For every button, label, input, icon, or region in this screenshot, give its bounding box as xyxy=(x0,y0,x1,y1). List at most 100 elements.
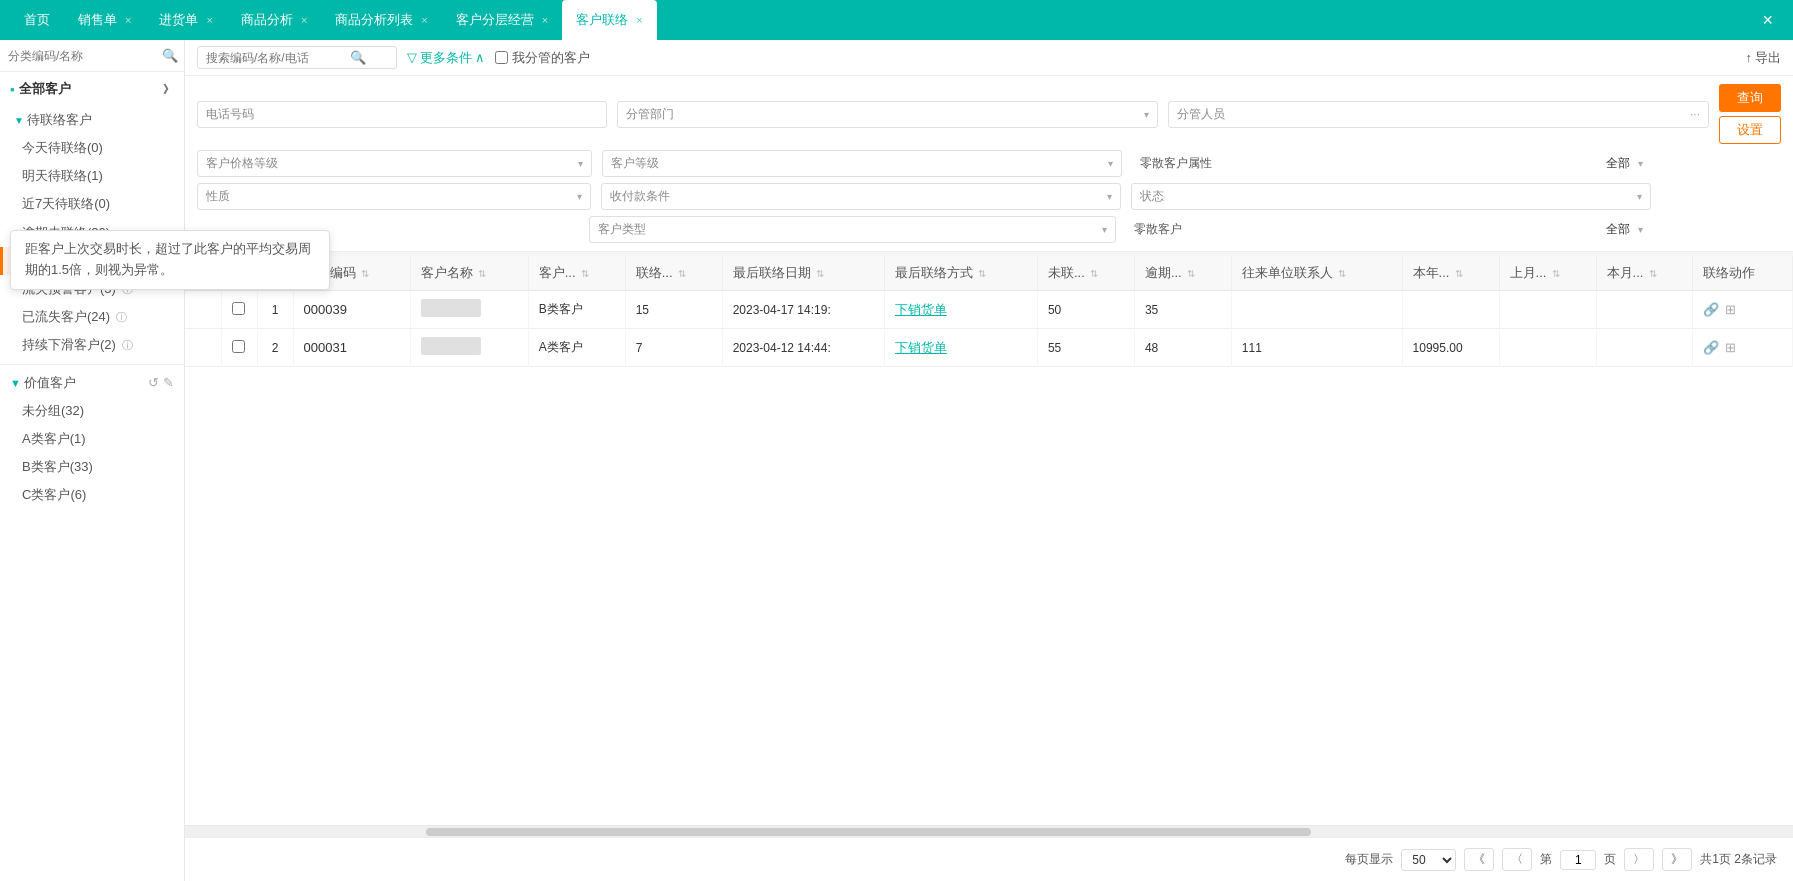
nav-customer-tier[interactable]: 客户分层经营 × xyxy=(442,0,562,40)
row1-check[interactable] xyxy=(232,302,245,315)
last-page-btn[interactable]: 》 xyxy=(1662,848,1692,871)
scrollbar-thumb[interactable] xyxy=(426,828,1310,836)
price-level-field[interactable]: 客户价格等级 ▾ xyxy=(197,150,592,177)
dept-dropdown-icon: ▾ xyxy=(1144,109,1149,120)
triangle-icon: ▼ xyxy=(10,377,21,389)
sort-icon-contacts[interactable]: ⇅ xyxy=(1338,268,1346,279)
settings-button[interactable]: 设置 xyxy=(1719,116,1781,144)
customer-type-field[interactable]: 客户类型 ▾ xyxy=(589,216,1116,243)
nav-product-analysis-list[interactable]: 商品分析列表 × xyxy=(321,0,441,40)
more-conditions-btn[interactable]: ▽ 更多条件 ∧ xyxy=(407,49,485,67)
sidebar-churned[interactable]: 已流失客户(24) ⓘ xyxy=(0,303,184,331)
prev-page-btn[interactable]: 〈 xyxy=(1502,848,1532,871)
person-more-icon[interactable]: ··· xyxy=(1690,107,1700,121)
sort-icon-overdue[interactable]: ⇅ xyxy=(1187,268,1195,279)
page-input[interactable] xyxy=(1560,850,1596,870)
first-page-btn[interactable]: 《 xyxy=(1464,848,1494,871)
row2-last-method[interactable]: 下销货单 xyxy=(884,329,1037,367)
sidebar-7day-pending[interactable]: 近7天待联络(0) xyxy=(0,190,184,218)
filter-row-1: 电话号码 分管部门 ▾ 分管人员 ··· 查询 设置 xyxy=(197,84,1781,144)
phone-field[interactable]: 电话号码 xyxy=(197,101,607,128)
sidebar-divider xyxy=(0,364,184,365)
row2-this-month xyxy=(1596,329,1693,367)
retail-customer-dropdown-icon[interactable]: ▾ xyxy=(1638,224,1643,235)
row2-this-year: 10995.00 xyxy=(1402,329,1499,367)
sidebar-today-pending[interactable]: 今天待联络(0) xyxy=(0,134,184,162)
sidebar-b-class[interactable]: B类客户(33) xyxy=(0,453,184,481)
sort-icon-this-year[interactable]: ⇅ xyxy=(1455,268,1463,279)
nav-customer-tier-close[interactable]: × xyxy=(542,14,548,26)
nav-sales[interactable]: 销售单 × xyxy=(64,0,145,40)
content-area: 🔍 ▽ 更多条件 ∧ 我分管的客户 ↑ 导出 电话号码 xyxy=(185,40,1793,881)
nav-customer-contact-close[interactable]: × xyxy=(636,14,642,26)
row1-link-icon[interactable]: 🔗 xyxy=(1703,302,1719,317)
row1-checkbox[interactable] xyxy=(221,291,257,329)
payment-field[interactable]: 收付款条件 ▾ xyxy=(601,183,1121,210)
row2-grid-icon[interactable]: ⊞ xyxy=(1725,340,1736,355)
chevron-up-icon: ∧ xyxy=(475,50,485,65)
retail-attr-dropdown-icon[interactable]: ▾ xyxy=(1638,158,1643,169)
nav-purchase-close[interactable]: × xyxy=(206,14,212,26)
sort-icon-last-method[interactable]: ⇅ xyxy=(978,268,986,279)
sort-icon-code[interactable]: ⇅ xyxy=(361,268,369,279)
sort-icon-name[interactable]: ⇅ xyxy=(478,268,486,279)
row2-link-icon[interactable]: 🔗 xyxy=(1703,340,1719,355)
query-button[interactable]: 查询 xyxy=(1719,84,1781,112)
status-field[interactable]: 状态 ▾ xyxy=(1131,183,1651,210)
action-buttons: 查询 设置 xyxy=(1719,84,1781,144)
sidebar-pending-contact-group[interactable]: ▼ 待联络客户 xyxy=(0,106,184,134)
row2-code[interactable]: 000031 xyxy=(293,329,411,367)
row2-checkbox[interactable] xyxy=(221,329,257,367)
refresh-icon[interactable]: ↺ xyxy=(148,375,159,390)
row1-type: B类客户 xyxy=(528,291,625,329)
dept-field[interactable]: 分管部门 ▾ xyxy=(617,101,1158,128)
sort-icon-last-month[interactable]: ⇅ xyxy=(1552,268,1560,279)
row1-code[interactable]: 000039 xyxy=(293,291,411,329)
customer-level-field[interactable]: 客户等级 ▾ xyxy=(602,150,1123,177)
main-search-input[interactable] xyxy=(206,51,346,65)
window-close-button[interactable]: × xyxy=(1752,10,1783,31)
sidebar-search-icon[interactable]: 🔍 xyxy=(162,48,178,63)
row1-action: 🔗 ⊞ xyxy=(1693,291,1793,329)
nav-product-analysis-close[interactable]: × xyxy=(301,14,307,26)
person-field[interactable]: 分管人员 ··· xyxy=(1168,101,1709,128)
sidebar-ungroup[interactable]: 未分组(32) xyxy=(0,397,184,425)
gender-field[interactable]: 性质 ▾ xyxy=(197,183,591,210)
nav-sales-close[interactable]: × xyxy=(125,14,131,26)
sort-icon-this-month[interactable]: ⇅ xyxy=(1649,268,1657,279)
edit-icon[interactable]: ✎ xyxy=(163,375,174,390)
export-btn[interactable]: ↑ 导出 xyxy=(1746,49,1782,67)
sidebar-a-class[interactable]: A类客户(1) xyxy=(0,425,184,453)
per-page-select[interactable]: 50 100 200 xyxy=(1401,849,1456,871)
sort-icon-contact[interactable]: ⇅ xyxy=(678,268,686,279)
row2-check[interactable] xyxy=(232,340,245,353)
sort-icon-type[interactable]: ⇅ xyxy=(581,268,589,279)
next-page-btn[interactable]: 〉 xyxy=(1624,848,1654,871)
nav-purchase[interactable]: 进货单 × xyxy=(145,0,226,40)
nav-product-analysis-list-close[interactable]: × xyxy=(421,14,427,26)
nav-home[interactable]: 首页 xyxy=(10,0,64,40)
row1-grid-icon[interactable]: ⊞ xyxy=(1725,302,1736,317)
sidebar-search-input[interactable] xyxy=(8,49,158,63)
my-customers-check[interactable] xyxy=(495,51,508,64)
sort-icon-last-date[interactable]: ⇅ xyxy=(816,268,824,279)
sidebar-collapse-btn[interactable]: 》 xyxy=(163,82,174,97)
my-customers-checkbox[interactable]: 我分管的客户 xyxy=(495,49,590,67)
sidebar-tomorrow-pending[interactable]: 明天待联络(1) xyxy=(0,162,184,190)
sidebar-value-customers-header[interactable]: ▼ 价值客户 ↺ ✎ xyxy=(0,369,184,397)
table-row: 2 000031 A类客户 7 2023-04-12 14:44: 下销货单 xyxy=(185,329,1793,367)
horizontal-scrollbar[interactable] xyxy=(185,825,1793,837)
row2-name xyxy=(411,329,529,367)
main-search-icon[interactable]: 🔍 xyxy=(350,50,366,65)
nav-product-analysis[interactable]: 商品分析 × xyxy=(227,0,321,40)
sidebar-declining[interactable]: 持续下滑客户(2) ⓘ xyxy=(0,331,184,359)
sort-icon-unread[interactable]: ⇅ xyxy=(1090,268,1098,279)
top-nav: 首页 销售单 × 进货单 × 商品分析 × 商品分析列表 × 客户分层经营 × … xyxy=(0,0,1793,40)
row1-last-method[interactable]: 下销货单 xyxy=(884,291,1037,329)
sidebar-c-class[interactable]: C类客户(6) xyxy=(0,481,184,509)
nav-customer-contact[interactable]: 客户联络 × xyxy=(562,0,656,40)
row1-this-month xyxy=(1596,291,1693,329)
page-label: 第 xyxy=(1540,851,1552,868)
payment-dropdown-icon: ▾ xyxy=(1107,191,1112,202)
col-contact: 联络... ⇅ xyxy=(625,256,722,291)
